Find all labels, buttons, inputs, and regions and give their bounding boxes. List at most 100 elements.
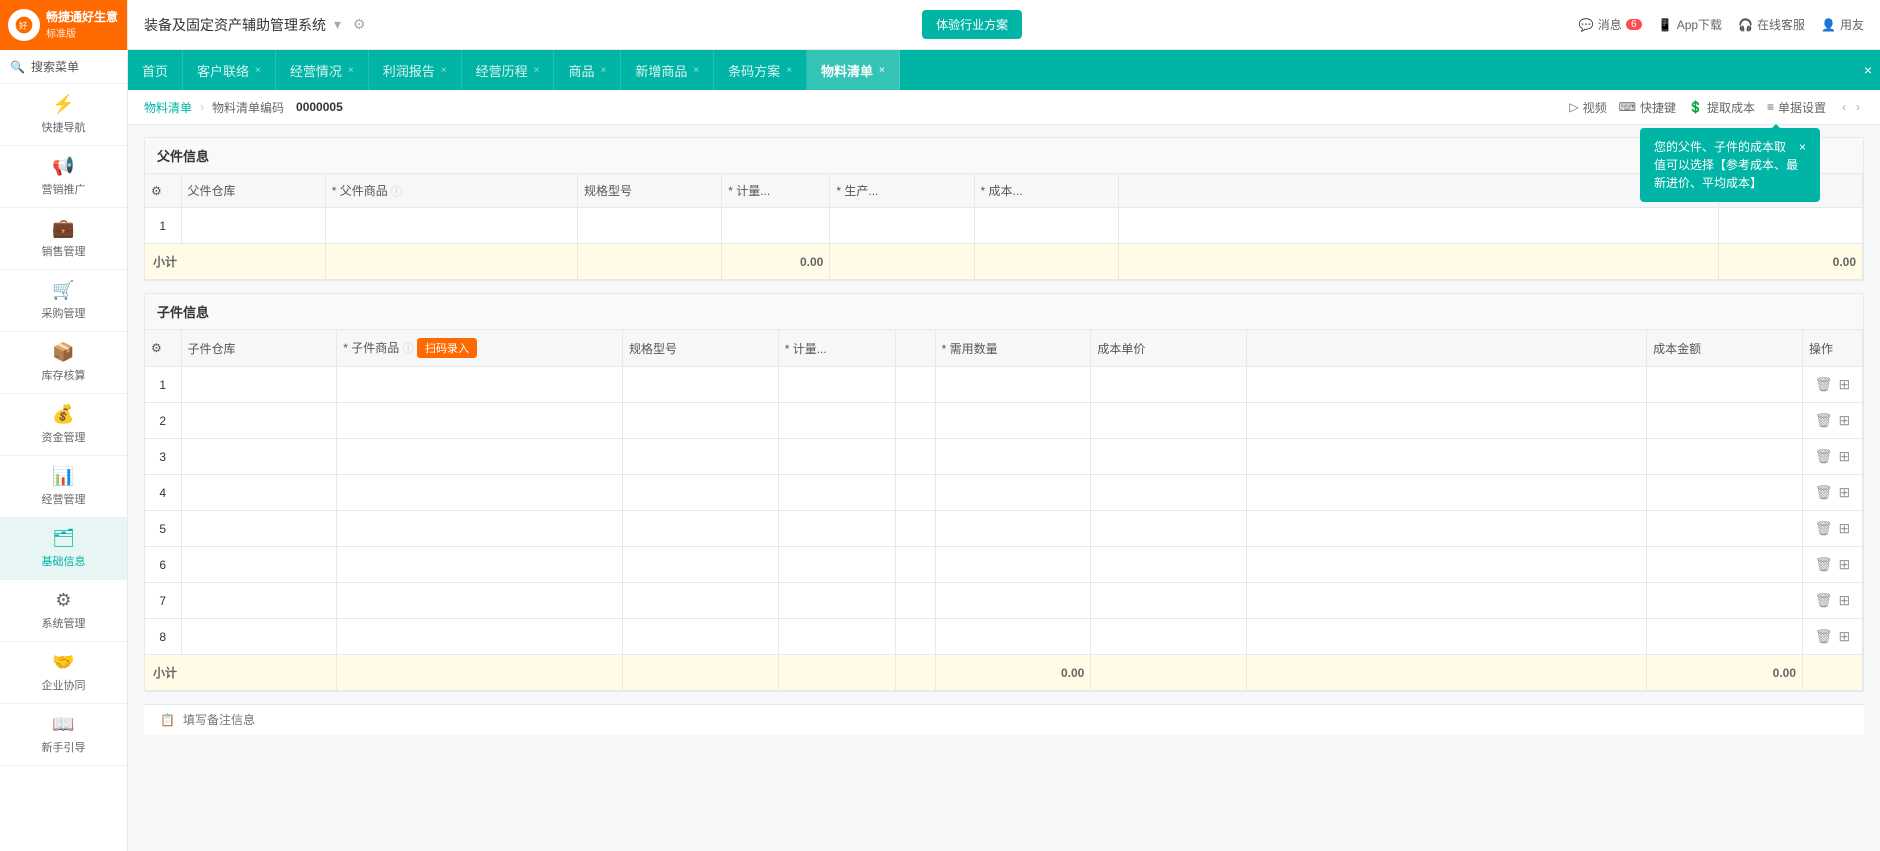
child-row1-product[interactable] bbox=[337, 367, 623, 403]
child-row2-price[interactable] bbox=[1091, 403, 1247, 439]
tab-goods[interactable]: 商品 × bbox=[554, 50, 621, 90]
parent-row1-product[interactable] bbox=[325, 208, 577, 244]
tab-journey-close[interactable]: × bbox=[534, 65, 540, 76]
child-row6-price[interactable] bbox=[1091, 547, 1247, 583]
tab-barcode-close[interactable]: × bbox=[786, 65, 792, 76]
child-row1-spec[interactable] bbox=[622, 367, 778, 403]
child-row6-spec[interactable] bbox=[622, 547, 778, 583]
tab-customer[interactable]: 客户联络 × bbox=[183, 50, 276, 90]
shortcut-btn[interactable]: ⌨ 快捷键 bbox=[1619, 99, 1676, 116]
child-row1-warehouse[interactable] bbox=[181, 367, 337, 403]
child-row2-product[interactable] bbox=[337, 403, 623, 439]
child-row4-unit[interactable] bbox=[778, 475, 895, 511]
child-row8-spec[interactable] bbox=[622, 619, 778, 655]
child-row1-unit[interactable] bbox=[778, 367, 895, 403]
child-row8-warehouse[interactable] bbox=[181, 619, 337, 655]
child-row4-qty[interactable] bbox=[935, 475, 1091, 511]
online-service-btn[interactable]: 🎧 在线客服 bbox=[1738, 16, 1805, 33]
copy-icon-row8[interactable]: ⊞ bbox=[1839, 628, 1851, 645]
copy-icon-row5[interactable]: ⊞ bbox=[1839, 520, 1851, 537]
parent-row1-warehouse[interactable] bbox=[181, 208, 325, 244]
sidebar-item-marketing[interactable]: 📢 营销推广 bbox=[0, 146, 127, 208]
parent-row1-unit[interactable] bbox=[722, 208, 830, 244]
child-row8-product[interactable] bbox=[337, 619, 623, 655]
sidebar-search-btn[interactable]: 🔍 搜索菜单 bbox=[0, 50, 127, 84]
child-row7-price[interactable] bbox=[1091, 583, 1247, 619]
child-row3-warehouse[interactable] bbox=[181, 439, 337, 475]
child-row4-price[interactable] bbox=[1091, 475, 1247, 511]
child-row5-spec[interactable] bbox=[622, 511, 778, 547]
copy-icon-row2[interactable]: ⊞ bbox=[1839, 412, 1851, 429]
child-row2-unit[interactable] bbox=[778, 403, 895, 439]
tab-operations[interactable]: 经营情况 × bbox=[276, 50, 369, 90]
child-row2-spec[interactable] bbox=[622, 403, 778, 439]
parent-row1-spec[interactable] bbox=[578, 208, 722, 244]
child-row5-product[interactable] bbox=[337, 511, 623, 547]
dropdown-icon[interactable]: ▾ bbox=[334, 16, 341, 33]
copy-icon-row6[interactable]: ⊞ bbox=[1839, 556, 1851, 573]
tooltip-close-btn[interactable]: × bbox=[1799, 138, 1806, 156]
child-row2-warehouse[interactable] bbox=[181, 403, 337, 439]
tab-home[interactable]: 首页 bbox=[128, 50, 183, 90]
sidebar-item-sales[interactable]: 💼 销售管理 bbox=[0, 208, 127, 270]
child-row1-qty[interactable] bbox=[935, 367, 1091, 403]
child-row5-warehouse[interactable] bbox=[181, 511, 337, 547]
tab-operations-close[interactable]: × bbox=[348, 65, 354, 76]
tab-profit[interactable]: 利润报告 × bbox=[369, 50, 462, 90]
child-th-gear[interactable]: ⚙ bbox=[145, 330, 181, 367]
tab-new-goods-close[interactable]: × bbox=[693, 65, 699, 76]
child-row8-price[interactable] bbox=[1091, 619, 1247, 655]
child-row8-unit[interactable] bbox=[778, 619, 895, 655]
child-row4-spec[interactable] bbox=[622, 475, 778, 511]
child-row8-qty[interactable] bbox=[935, 619, 1091, 655]
child-row3-qty[interactable] bbox=[935, 439, 1091, 475]
cost-btn[interactable]: 💲 提取成本 bbox=[1688, 99, 1755, 116]
tab-bom-close[interactable]: × bbox=[879, 65, 885, 76]
child-row7-product[interactable] bbox=[337, 583, 623, 619]
child-row1-price[interactable] bbox=[1091, 367, 1247, 403]
delete-icon-row7[interactable]: 🗑 bbox=[1815, 592, 1833, 609]
settings-btn[interactable]: ≡ 单据设置 bbox=[1767, 99, 1826, 116]
child-row6-unit[interactable] bbox=[778, 547, 895, 583]
delete-icon-row4[interactable]: 🗑 bbox=[1815, 484, 1833, 501]
sidebar-item-finance[interactable]: 💰 资金管理 bbox=[0, 394, 127, 456]
copy-icon-row1[interactable]: ⊞ bbox=[1839, 376, 1851, 393]
copy-icon-row3[interactable]: ⊞ bbox=[1839, 448, 1851, 465]
child-row4-warehouse[interactable] bbox=[181, 475, 337, 511]
sidebar-item-system[interactable]: ⚙ 系统管理 bbox=[0, 580, 127, 642]
tab-profit-close[interactable]: × bbox=[441, 65, 447, 76]
sidebar-item-operations[interactable]: 📊 经营管理 bbox=[0, 456, 127, 518]
child-row6-warehouse[interactable] bbox=[181, 547, 337, 583]
delete-icon-row8[interactable]: 🗑 bbox=[1815, 628, 1833, 645]
delete-icon-row5[interactable]: 🗑 bbox=[1815, 520, 1833, 537]
trial-button[interactable]: 体验行业方案 bbox=[922, 10, 1022, 39]
child-row2-qty[interactable] bbox=[935, 403, 1091, 439]
gear-btn[interactable]: ⚙ bbox=[353, 16, 366, 33]
child-row7-qty[interactable] bbox=[935, 583, 1091, 619]
child-row7-warehouse[interactable] bbox=[181, 583, 337, 619]
close-all-icon[interactable]: × bbox=[1864, 62, 1872, 78]
sidebar-item-shortcut[interactable]: ⚡ 快捷导航 bbox=[0, 84, 127, 146]
sidebar-item-inventory[interactable]: 📦 库存核算 bbox=[0, 332, 127, 394]
app-download-btn[interactable]: 📱 App下载 bbox=[1658, 16, 1722, 33]
delete-icon-row6[interactable]: 🗑 bbox=[1815, 556, 1833, 573]
child-row4-product[interactable] bbox=[337, 475, 623, 511]
child-row5-price[interactable] bbox=[1091, 511, 1247, 547]
child-row3-unit[interactable] bbox=[778, 439, 895, 475]
child-row5-unit[interactable] bbox=[778, 511, 895, 547]
message-btn[interactable]: 💬 消息 6 bbox=[1579, 16, 1642, 33]
tab-bom[interactable]: 物料清单 × bbox=[807, 50, 900, 90]
sidebar-item-base-info[interactable]: 🗂 基础信息 bbox=[0, 518, 127, 580]
breadcrumb-bom[interactable]: 物料清单 bbox=[144, 99, 192, 116]
child-row5-qty[interactable] bbox=[935, 511, 1091, 547]
sidebar-item-enterprise[interactable]: 🤝 企业协同 bbox=[0, 642, 127, 704]
nav-prev-btn[interactable]: ‹ bbox=[1838, 98, 1850, 116]
child-row6-qty[interactable] bbox=[935, 547, 1091, 583]
delete-icon-row3[interactable]: 🗑 bbox=[1815, 448, 1833, 465]
video-btn[interactable]: ▷ 视频 bbox=[1569, 99, 1606, 116]
tab-customer-close[interactable]: × bbox=[255, 65, 261, 76]
parent-row1-produce[interactable] bbox=[830, 208, 974, 244]
sidebar-item-purchase[interactable]: 🛒 采购管理 bbox=[0, 270, 127, 332]
user-btn[interactable]: 👤 用友 bbox=[1821, 16, 1864, 33]
child-row7-unit[interactable] bbox=[778, 583, 895, 619]
